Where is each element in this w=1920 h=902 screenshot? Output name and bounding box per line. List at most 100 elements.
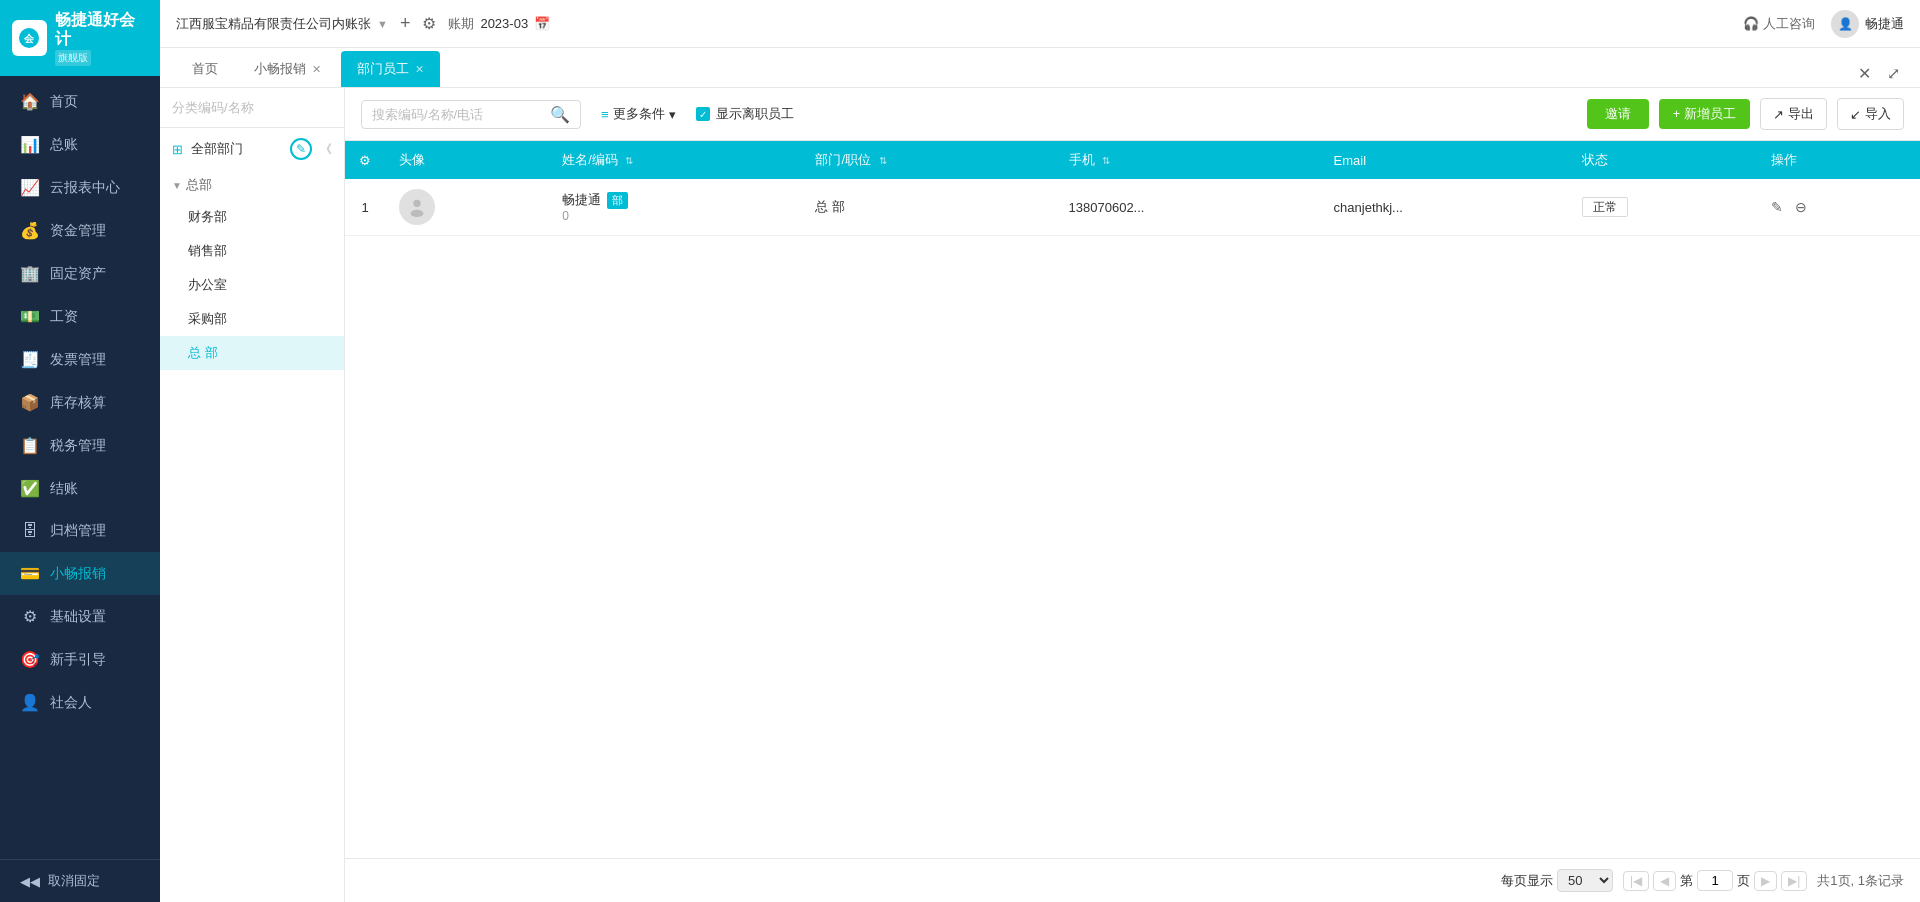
dept-item-finance[interactable]: 财务部 bbox=[160, 200, 344, 234]
nav-home[interactable]: 🏠 首页 bbox=[0, 80, 160, 123]
nav-funds-label: 资金管理 bbox=[50, 222, 106, 240]
page-prev-btn[interactable]: ◀ bbox=[1653, 871, 1676, 891]
settings-gear-icon[interactable]: ⚙ bbox=[422, 14, 436, 33]
filter-icon: ≡ bbox=[601, 107, 609, 122]
page-size-selector: 每页显示 50 100 bbox=[1501, 869, 1613, 892]
close-tab-icon[interactable]: ✕ bbox=[1854, 60, 1875, 87]
nav-expense[interactable]: 💳 小畅报销 bbox=[0, 552, 160, 595]
show-resigned-label: 显示离职员工 bbox=[716, 105, 794, 123]
social-icon: 👤 bbox=[20, 693, 40, 712]
app-logo: 会 畅捷通好会计 旗舰版 bbox=[0, 0, 160, 76]
nav-inventory-label: 库存核算 bbox=[50, 394, 106, 412]
dept-search-input[interactable] bbox=[172, 100, 340, 115]
nav-salary[interactable]: 💵 工资 bbox=[0, 295, 160, 338]
col-name[interactable]: 姓名/编码 ⇅ bbox=[548, 141, 801, 179]
row-edit-icon[interactable]: ✎ bbox=[1771, 199, 1783, 215]
nav-expense-label: 小畅报销 bbox=[50, 565, 106, 583]
calendar-icon[interactable]: 📅 bbox=[534, 16, 550, 31]
col-settings[interactable]: ⚙ bbox=[345, 141, 385, 179]
logo-icon: 会 bbox=[12, 20, 47, 56]
headset-icon: 🎧 bbox=[1743, 16, 1759, 31]
company-dropdown-icon: ▼ bbox=[377, 18, 388, 30]
employee-search-input[interactable] bbox=[372, 107, 544, 122]
period-label: 账期 bbox=[448, 15, 474, 33]
cancel-pin-btn[interactable]: ◀◀ 取消固定 bbox=[0, 859, 160, 902]
page-size-select[interactable]: 50 100 bbox=[1557, 869, 1613, 892]
page-number-input[interactable] bbox=[1697, 870, 1733, 891]
nav-invoice[interactable]: 🧾 发票管理 bbox=[0, 338, 160, 381]
more-filters-btn[interactable]: ≡ 更多条件 ▾ bbox=[593, 101, 684, 127]
tab-department[interactable]: 部门员工 ✕ bbox=[341, 51, 440, 87]
page-last-btn[interactable]: ▶| bbox=[1781, 871, 1807, 891]
nav-assets[interactable]: 🏢 固定资产 bbox=[0, 252, 160, 295]
nav-tax[interactable]: 📋 税务管理 bbox=[0, 424, 160, 467]
nav-settings[interactable]: ⚙ 基础设置 bbox=[0, 595, 160, 638]
expand-tab-icon[interactable]: ⤢ bbox=[1883, 60, 1904, 87]
table-footer: 每页显示 50 100 |◀ ◀ 第 页 ▶ ▶| 共1页, 1条记录 bbox=[345, 858, 1920, 902]
employee-search-icon[interactable]: 🔍 bbox=[550, 105, 570, 124]
inventory-icon: 📦 bbox=[20, 393, 40, 412]
add-company-btn[interactable]: + bbox=[400, 13, 411, 34]
nav-reports[interactable]: 📈 云报表中心 bbox=[0, 166, 160, 209]
dept-root-label: 全部部门 bbox=[191, 140, 243, 158]
col-dept-sort-icon[interactable]: ⇅ bbox=[879, 155, 887, 166]
col-name-sort-icon[interactable]: ⇅ bbox=[625, 155, 633, 166]
dept-item-purchase[interactable]: 采购部 bbox=[160, 302, 344, 336]
nav-inventory[interactable]: 📦 库存核算 bbox=[0, 381, 160, 424]
add-employee-btn[interactable]: + 新增员工 bbox=[1659, 99, 1750, 129]
consult-btn[interactable]: 🎧 人工咨询 bbox=[1743, 15, 1815, 33]
col-status: 状态 bbox=[1568, 141, 1757, 179]
period-value[interactable]: 2023-03 bbox=[480, 16, 528, 31]
col-phone[interactable]: 手机 ⇅ bbox=[1055, 141, 1320, 179]
nav-checkout-label: 结账 bbox=[50, 480, 78, 498]
table-header-row: ⚙ 头像 姓名/编码 ⇅ 部门/职位 ⇅ bbox=[345, 141, 1920, 179]
export-btn[interactable]: ↗ 导出 bbox=[1760, 98, 1827, 130]
dept-item-office[interactable]: 办公室 bbox=[160, 268, 344, 302]
content-area: 🔍 ⊞ 全部部门 ✎ 《 ▼ 总部 财务部 销售部 bbox=[160, 88, 1920, 902]
page-first-btn[interactable]: |◀ bbox=[1623, 871, 1649, 891]
invoice-icon: 🧾 bbox=[20, 350, 40, 369]
nav-assets-label: 固定资产 bbox=[50, 265, 106, 283]
tab-expense[interactable]: 小畅报销 ✕ bbox=[238, 51, 337, 87]
nav-ledger[interactable]: 📊 总账 bbox=[0, 123, 160, 166]
department-panel: 🔍 ⊞ 全部部门 ✎ 《 ▼ 总部 财务部 销售部 bbox=[160, 88, 345, 902]
salary-icon: 💵 bbox=[20, 307, 40, 326]
user-menu[interactable]: 👤 畅捷通 bbox=[1831, 10, 1904, 38]
employee-panel: 🔍 ≡ 更多条件 ▾ ✓ 显示离职员工 邀请 + 新增员工 ↗ 导出 bbox=[345, 88, 1920, 902]
dept-item-headquarters[interactable]: 总 部 bbox=[160, 336, 344, 370]
row-logout-icon[interactable]: ⊖ bbox=[1795, 199, 1807, 215]
tax-icon: 📋 bbox=[20, 436, 40, 455]
col-phone-sort-icon[interactable]: ⇅ bbox=[1102, 155, 1110, 166]
col-email: Email bbox=[1320, 141, 1568, 179]
table-settings-icon[interactable]: ⚙ bbox=[359, 153, 371, 168]
dept-search-area: 🔍 bbox=[160, 88, 344, 128]
archive-icon: 🗄 bbox=[20, 522, 40, 540]
dept-item-sales[interactable]: 销售部 bbox=[160, 234, 344, 268]
row-index: 1 bbox=[345, 179, 385, 236]
dept-group-label: 总部 bbox=[186, 176, 212, 194]
employee-status-badge: 正常 bbox=[1582, 197, 1628, 217]
tab-expense-close[interactable]: ✕ bbox=[312, 63, 321, 76]
total-records-label: 共1页, 1条记录 bbox=[1817, 872, 1904, 890]
nav-guide[interactable]: 🎯 新手引导 bbox=[0, 638, 160, 681]
dept-collapse-icon[interactable]: 《 bbox=[320, 141, 332, 158]
nav-checkout[interactable]: ✅ 结账 bbox=[0, 467, 160, 510]
company-selector[interactable]: 江西服宝精品有限责任公司内账张 ▼ bbox=[176, 15, 388, 33]
page-next-btn[interactable]: ▶ bbox=[1754, 871, 1777, 891]
topbar-right: 🎧 人工咨询 👤 畅捷通 bbox=[1743, 10, 1904, 38]
employee-search-box[interactable]: 🔍 bbox=[361, 100, 581, 129]
employee-table-container: ⚙ 头像 姓名/编码 ⇅ 部门/职位 ⇅ bbox=[345, 141, 1920, 858]
tab-department-close[interactable]: ✕ bbox=[415, 63, 424, 76]
row-email-cell: chanjethkj... bbox=[1320, 179, 1568, 236]
import-btn[interactable]: ↙ 导入 bbox=[1837, 98, 1904, 130]
svg-point-2 bbox=[413, 200, 420, 207]
svg-text:会: 会 bbox=[23, 33, 35, 44]
col-dept[interactable]: 部门/职位 ⇅ bbox=[801, 141, 1054, 179]
nav-funds[interactable]: 💰 资金管理 bbox=[0, 209, 160, 252]
dept-edit-btn[interactable]: ✎ bbox=[290, 138, 312, 160]
nav-social[interactable]: 👤 社会人 bbox=[0, 681, 160, 724]
tab-home[interactable]: 首页 bbox=[176, 51, 234, 87]
nav-archive[interactable]: 🗄 归档管理 bbox=[0, 510, 160, 552]
invite-btn[interactable]: 邀请 bbox=[1587, 99, 1649, 129]
show-resigned-checkbox[interactable]: ✓ bbox=[696, 107, 710, 121]
